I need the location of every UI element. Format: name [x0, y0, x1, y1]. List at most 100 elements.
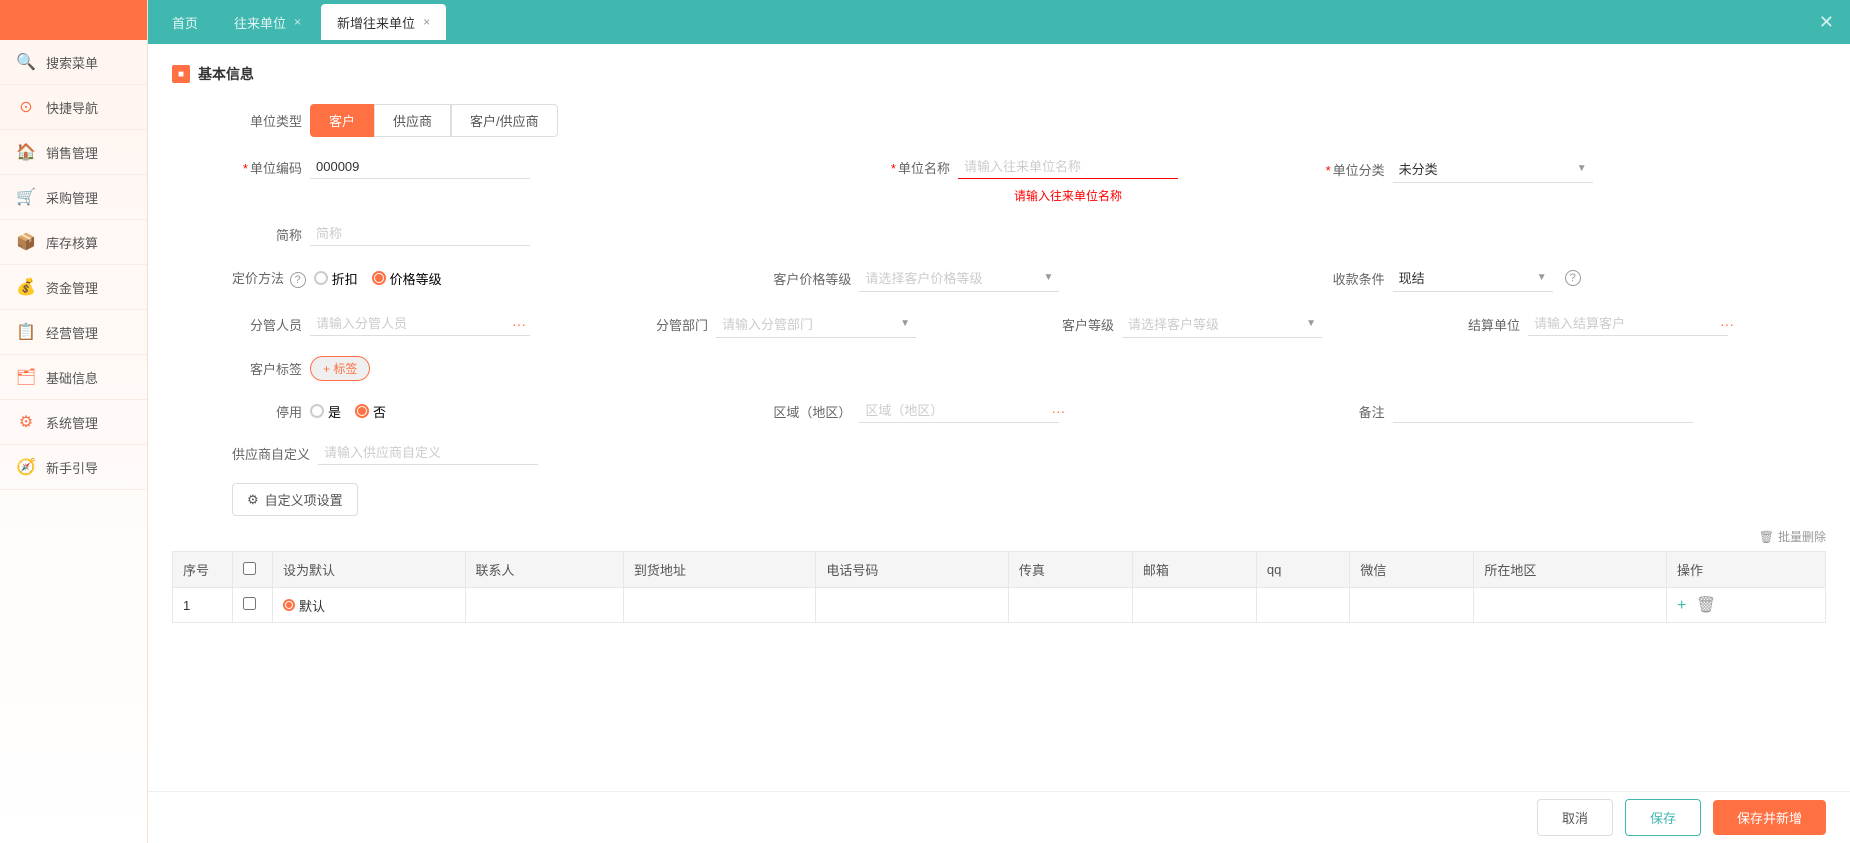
supplier-custom-row: 供应商自定义 [232, 441, 1826, 465]
col-seq: 序号 [173, 552, 233, 588]
disabled-field: 停用 是 否 [232, 402, 743, 421]
settlement-unit-input[interactable] [1528, 312, 1716, 335]
disabled-no[interactable]: 否 [355, 402, 386, 421]
customer-tag-row: 客户标签 + 标签 [232, 356, 1826, 381]
row-add-btn[interactable]: + [1677, 597, 1686, 614]
disabled-no-radio[interactable] [355, 404, 369, 418]
save-new-button[interactable]: 保存并新增 [1713, 800, 1826, 835]
pricing-discount[interactable]: 折扣 [314, 269, 358, 288]
region-input[interactable] [859, 399, 1047, 422]
section-title: 基本信息 [198, 64, 254, 84]
short-name-field: 简称 [232, 222, 1826, 246]
save-button[interactable]: 保存 [1625, 799, 1701, 836]
sidebar-item-basic-info[interactable]: 🗂 基础信息 [0, 355, 147, 400]
region-more-btn[interactable]: ··· [1047, 403, 1069, 419]
payment-terms-help-icon[interactable]: ? [1565, 270, 1581, 286]
sidebar-item-inventory[interactable]: 📦 库存核算 [0, 220, 147, 265]
manager-input[interactable] [310, 312, 508, 335]
main-area: 首页 往来单位 × 新增往来单位 × ✕ ■ 基本信息 单位类型 客户 供应 [148, 0, 1850, 843]
unit-type-both[interactable]: 客户/供应商 [451, 104, 558, 137]
tab-new-partner[interactable]: 新增往来单位 × [321, 4, 446, 40]
row-fax [1008, 588, 1132, 623]
sidebar-item-operation[interactable]: 📋 经营管理 [0, 310, 147, 355]
col-area: 所在地区 [1474, 552, 1667, 588]
sidebar-item-finance[interactable]: 💰 资金管理 [0, 265, 147, 310]
tab-partner[interactable]: 往来单位 × [218, 4, 317, 40]
pricing-level[interactable]: 价格等级 [372, 269, 442, 288]
batch-delete-label[interactable]: 批量删除 [1778, 528, 1826, 545]
remark-label: 备注 [1315, 402, 1385, 421]
tab-partner-close[interactable]: × [294, 15, 301, 29]
sidebar-item-system[interactable]: ⚙ 系统管理 [0, 400, 147, 445]
sidebar-item-label: 销售管理 [46, 143, 98, 162]
row-checkbox[interactable] [243, 597, 256, 610]
cancel-button[interactable]: 取消 [1537, 799, 1613, 836]
gear-icon: ⚙ [247, 492, 259, 508]
supplier-custom-input[interactable] [318, 441, 538, 465]
unit-type-customer[interactable]: 客户 [310, 104, 374, 137]
select-all-checkbox[interactable] [243, 562, 256, 575]
pricing-help-icon[interactable]: ? [290, 272, 306, 288]
row-default-radio[interactable]: 默认 [283, 596, 455, 615]
finance-icon: 💰 [16, 277, 36, 297]
unit-name-error: 请输入往来单位名称 [1014, 189, 1122, 203]
unit-category-select[interactable]: 未分类 ▼ [1393, 155, 1593, 183]
row-action: + 🗑 [1666, 588, 1825, 623]
disabled-radio-group: 是 否 [310, 402, 386, 421]
department-label: 分管部门 [638, 315, 708, 334]
col-fax: 传真 [1008, 552, 1132, 588]
department-select[interactable]: 请输入分管部门 ▼ [716, 310, 916, 338]
inventory-icon: 📦 [16, 232, 36, 252]
price-level-radio[interactable] [372, 271, 386, 285]
region-input-group: ··· [859, 399, 1059, 423]
region-label: 区域（地区） [773, 402, 851, 421]
sidebar-item-label: 资金管理 [46, 278, 98, 297]
search-icon: 🔍 [16, 52, 36, 72]
settlement-more-btn[interactable]: ··· [1716, 316, 1738, 332]
payment-terms-label: 收款条件 [1315, 269, 1385, 288]
manager-label: 分管人员 [232, 315, 302, 334]
col-email: 邮箱 [1132, 552, 1256, 588]
default-radio-btn[interactable] [283, 599, 295, 611]
batch-delete-area: 🗑 批量删除 [172, 528, 1826, 545]
unit-type-label: 单位类型 [232, 111, 302, 130]
system-icon: ⚙ [16, 412, 36, 432]
unit-type-supplier[interactable]: 供应商 [374, 104, 451, 137]
batch-delete-icon: 🗑 [1759, 530, 1774, 544]
custom-settings-label: 自定义项设置 [265, 490, 343, 509]
unit-code-input[interactable] [310, 155, 530, 179]
sidebar-item-guide[interactable]: 🧭 新手引导 [0, 445, 147, 490]
customer-level-arrow-icon: ▼ [1306, 318, 1316, 329]
add-tag-button[interactable]: + 标签 [310, 356, 370, 381]
sidebar-item-purchase[interactable]: 🛒 采购管理 [0, 175, 147, 220]
col-wechat: 微信 [1350, 552, 1474, 588]
col-action: 操作 [1666, 552, 1825, 588]
col-phone: 电话号码 [816, 552, 1009, 588]
payment-terms-select[interactable]: 现结 ▼ [1393, 264, 1553, 292]
remark-input[interactable] [1393, 399, 1693, 423]
tab-new-partner-close[interactable]: × [423, 15, 430, 29]
custom-settings-button[interactable]: ⚙ 自定义项设置 [232, 483, 358, 516]
supplier-custom-label: 供应商自定义 [232, 444, 310, 463]
customer-level-select[interactable]: 请选择客户等级 ▼ [1122, 310, 1322, 338]
sidebar-item-search[interactable]: 🔍 搜索菜单 [0, 40, 147, 85]
row-delete-btn[interactable]: 🗑 [1696, 597, 1716, 614]
basic-info-icon: 🗂 [16, 367, 36, 387]
tab-home[interactable]: 首页 [156, 4, 214, 40]
discount-radio[interactable] [314, 271, 328, 285]
sidebar-item-sales[interactable]: 🏠 销售管理 [0, 130, 147, 175]
disabled-yes-radio[interactable] [310, 404, 324, 418]
manager-more-btn[interactable]: ··· [508, 316, 530, 332]
short-name-input[interactable] [310, 222, 530, 246]
window-close-button[interactable]: ✕ [1811, 12, 1842, 33]
disabled-row: 停用 是 否 区域（地区） [232, 399, 1826, 423]
unit-name-input[interactable] [958, 155, 1178, 179]
customer-price-level-select[interactable]: 请选择客户价格等级 ▼ [859, 264, 1059, 292]
row-contact [465, 588, 623, 623]
disabled-yes[interactable]: 是 [310, 402, 341, 421]
sidebar-item-quick-nav[interactable]: ⊙ 快捷导航 [0, 85, 147, 130]
row-checkbox-cell [233, 588, 273, 623]
unit-name-label: *单位名称 [880, 158, 950, 177]
unit-type-row: 单位类型 客户 供应商 客户/供应商 [232, 104, 1826, 137]
home-icon: ⊙ [16, 97, 36, 117]
